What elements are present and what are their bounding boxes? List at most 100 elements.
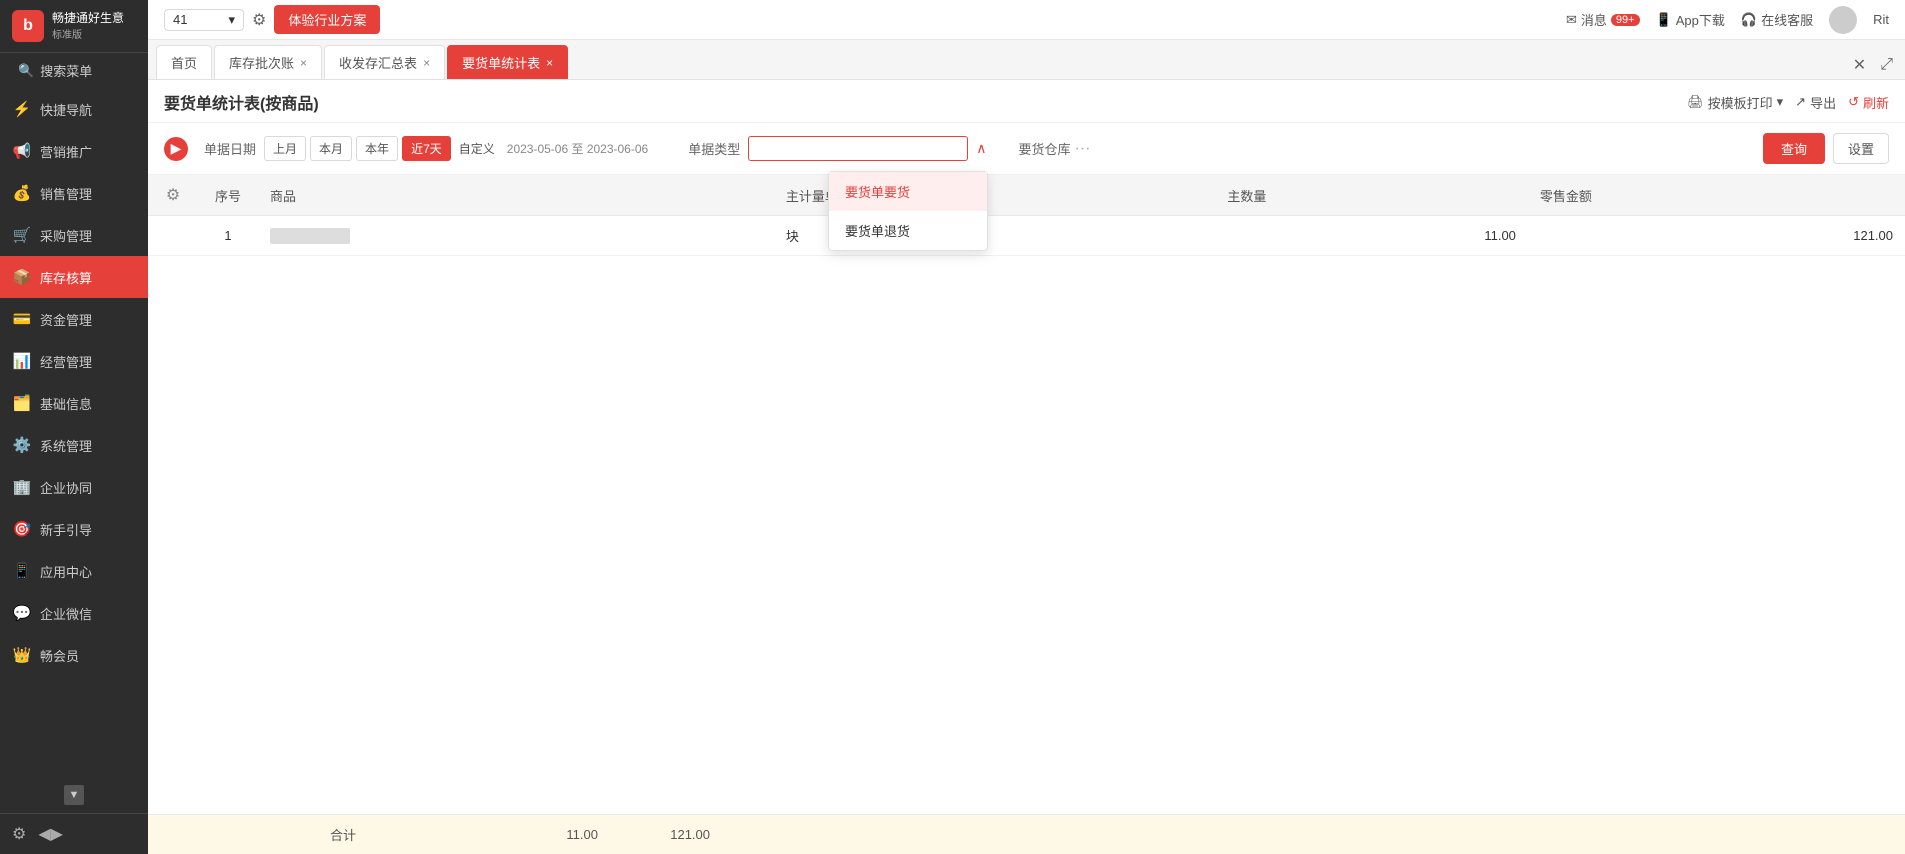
nav-label-system: 系统管理 — [40, 436, 92, 455]
date-options: 上月 本月 本年 近7天 — [264, 136, 451, 161]
dropdown-item-order-return[interactable]: 要货单退货 — [829, 211, 987, 250]
app-download-action[interactable]: 📱 App下载 — [1656, 10, 1725, 29]
page-title: 要货单统计表(按商品) — [164, 90, 319, 114]
sidebar-item-marketing[interactable]: 📢 营销推广 — [0, 130, 148, 172]
query-button[interactable]: 查询 — [1763, 133, 1825, 164]
nav-label-basic: 基础信息 — [40, 394, 92, 413]
sidebar-item-finance[interactable]: 💳 资金管理 — [0, 298, 148, 340]
workspace-dropdown-icon: ▾ — [228, 12, 235, 28]
nav-label-purchase: 采购管理 — [40, 226, 92, 245]
chevron-right-icon: ▶ — [171, 140, 182, 157]
sidebar-item-inventory[interactable]: 📦 库存核算 — [0, 256, 148, 298]
print-template-btn[interactable]: 🖨 按模板打印 ▾ — [1687, 93, 1783, 112]
refresh-label: 刷新 — [1863, 93, 1889, 112]
sidebar-item-member[interactable]: 👑 畅会员 — [0, 634, 148, 676]
type-filter-arrow[interactable]: ∧ — [976, 140, 986, 157]
nav-label-weixin: 企业微信 — [40, 604, 92, 623]
sidebar-search[interactable]: 🔍 搜索菜单 — [0, 53, 148, 88]
collapse-icon[interactable]: ◀▶ — [38, 824, 63, 844]
type-filter-input[interactable] — [748, 136, 968, 161]
settings-bottom-icon[interactable]: ⚙ — [12, 824, 26, 844]
tab-close-batch-account[interactable]: × — [300, 56, 307, 70]
tab-close-order-stats[interactable]: × — [546, 56, 553, 70]
app-brand: 畅捷通好生意 标准版 — [52, 11, 124, 42]
date-recent-7-btn[interactable]: 近7天 — [402, 136, 451, 161]
tab-order-stats[interactable]: 要货单统计表 × — [447, 45, 568, 79]
headset-icon: 🎧 — [1741, 12, 1757, 28]
main-content: 41 ▾ ⚙ 体验行业方案 ✉ 消息 99+ 📱 App下载 🎧 在线客服 Ri… — [148, 0, 1905, 854]
sidebar-item-enterprise[interactable]: 🏢 企业协同 — [0, 466, 148, 508]
app-download-icon: 📱 — [1656, 12, 1672, 28]
col-quantity: 主数量 — [1215, 175, 1528, 216]
setup-button[interactable]: 设置 — [1833, 133, 1889, 164]
date-last-month-btn[interactable]: 上月 — [264, 136, 306, 161]
sidebar-item-newbie[interactable]: 🎯 新手引导 — [0, 508, 148, 550]
sidebar-item-system[interactable]: ⚙️ 系统管理 — [0, 424, 148, 466]
tab-label-receive-summary: 收发存汇总表 — [339, 53, 417, 72]
col-num: 序号 — [198, 175, 258, 216]
page-title-bar: 要货单统计表(按商品) 🖨 按模板打印 ▾ ↗ 导出 ↺ 刷新 — [148, 80, 1905, 123]
export-btn[interactable]: ↗ 导出 — [1795, 93, 1836, 112]
tab-label-order-stats: 要货单统计表 — [462, 53, 540, 72]
nav-label-marketing: 营销推广 — [40, 142, 92, 161]
enterprise-icon: 🏢 — [12, 477, 32, 497]
table-footer: 合计 11.00 121.00 — [148, 814, 1905, 854]
trial-button[interactable]: 体验行业方案 — [274, 5, 380, 34]
warehouse-more-icon[interactable]: ··· — [1074, 140, 1090, 158]
sidebar-scroll-down[interactable]: ▼ — [64, 785, 84, 805]
user-name: Rit — [1873, 12, 1889, 27]
date-range-display: 2023-05-06 至 2023-06-06 — [507, 140, 648, 157]
brand-sub: 标准版 — [52, 26, 124, 41]
sidebar-item-purchase[interactable]: 🛒 采购管理 — [0, 214, 148, 256]
product-name — [270, 228, 350, 244]
basic-icon: 🗂️ — [12, 393, 32, 413]
header-right: ✉ 消息 99+ 📱 App下载 🎧 在线客服 Rit — [1566, 6, 1889, 34]
message-action[interactable]: ✉ 消息 99+ — [1566, 10, 1640, 29]
warehouse-filter-label: 要货仓库 — [1018, 139, 1070, 158]
date-filter-section: 单据日期 上月 本月 本年 近7天 自定义 2023-05-06 至 2023-… — [204, 136, 648, 161]
avatar[interactable] — [1829, 6, 1857, 34]
date-this-month-btn[interactable]: 本月 — [310, 136, 352, 161]
tab-close-all-btn[interactable]: ✕ — [1849, 51, 1870, 79]
search-icon: 🔍 — [18, 63, 34, 79]
refresh-icon: ↺ — [1848, 94, 1859, 110]
nav-label-app-center: 应用中心 — [40, 562, 92, 581]
date-custom-btn[interactable]: 自定义 — [459, 140, 495, 157]
nav-label-sales: 销售管理 — [40, 184, 92, 203]
sidebar-item-quick-nav[interactable]: ⚡ 快捷导航 — [0, 88, 148, 130]
header-left: 41 ▾ ⚙ 体验行业方案 — [164, 5, 380, 34]
sidebar-item-basic[interactable]: 🗂️ 基础信息 — [0, 382, 148, 424]
brand-name: 畅捷通好生意 — [52, 11, 124, 27]
message-icon: ✉ — [1566, 12, 1577, 28]
column-settings-icon[interactable]: ⚙ — [166, 187, 180, 204]
weixin-icon: 💬 — [12, 603, 32, 623]
header-settings-icon[interactable]: ⚙ — [252, 10, 266, 30]
refresh-btn[interactable]: ↺ 刷新 — [1848, 93, 1889, 112]
col-settings: ⚙ — [148, 175, 198, 216]
online-service-action[interactable]: 🎧 在线客服 — [1741, 10, 1813, 29]
dropdown-item-order-goods[interactable]: 要货单要货 — [829, 172, 987, 211]
sidebar-nav: ⚡ 快捷导航 📢 营销推广 💰 销售管理 🛒 采购管理 📦 库存核算 💳 资金管… — [0, 88, 148, 781]
sidebar-item-weixin[interactable]: 💬 企业微信 — [0, 592, 148, 634]
sidebar-item-operation[interactable]: 📊 经营管理 — [0, 340, 148, 382]
sidebar-item-app-center[interactable]: 📱 应用中心 — [0, 550, 148, 592]
footer-label: 合计 — [270, 825, 510, 844]
sidebar-item-sales[interactable]: 💰 销售管理 — [0, 172, 148, 214]
type-dropdown: 要货单要货 要货单退货 — [828, 171, 988, 251]
tab-receive-summary[interactable]: 收发存汇总表 × — [324, 45, 445, 79]
row-quantity: 11.00 — [1215, 216, 1528, 256]
filter-expand-btn[interactable]: ▶ — [164, 137, 188, 161]
tab-expand-btn[interactable]: ⤢ — [1876, 52, 1897, 78]
tab-batch-account[interactable]: 库存批次账 × — [214, 45, 322, 79]
tab-close-receive-summary[interactable]: × — [423, 56, 430, 70]
workspace-selector[interactable]: 41 ▾ — [164, 9, 244, 31]
table-container: ⚙ 序号 商品 主计量单位 主数量 零售金额 1 — [148, 175, 1905, 814]
export-icon: ↗ — [1795, 94, 1806, 110]
row-amount: 121.00 — [1528, 216, 1905, 256]
row-checkbox[interactable] — [148, 216, 198, 256]
tab-home[interactable]: 首页 — [156, 45, 212, 79]
nav-label-inventory: 库存核算 — [40, 268, 92, 287]
system-icon: ⚙️ — [12, 435, 32, 455]
nav-label-quick-nav: 快捷导航 — [40, 100, 92, 119]
date-this-year-btn[interactable]: 本年 — [356, 136, 398, 161]
